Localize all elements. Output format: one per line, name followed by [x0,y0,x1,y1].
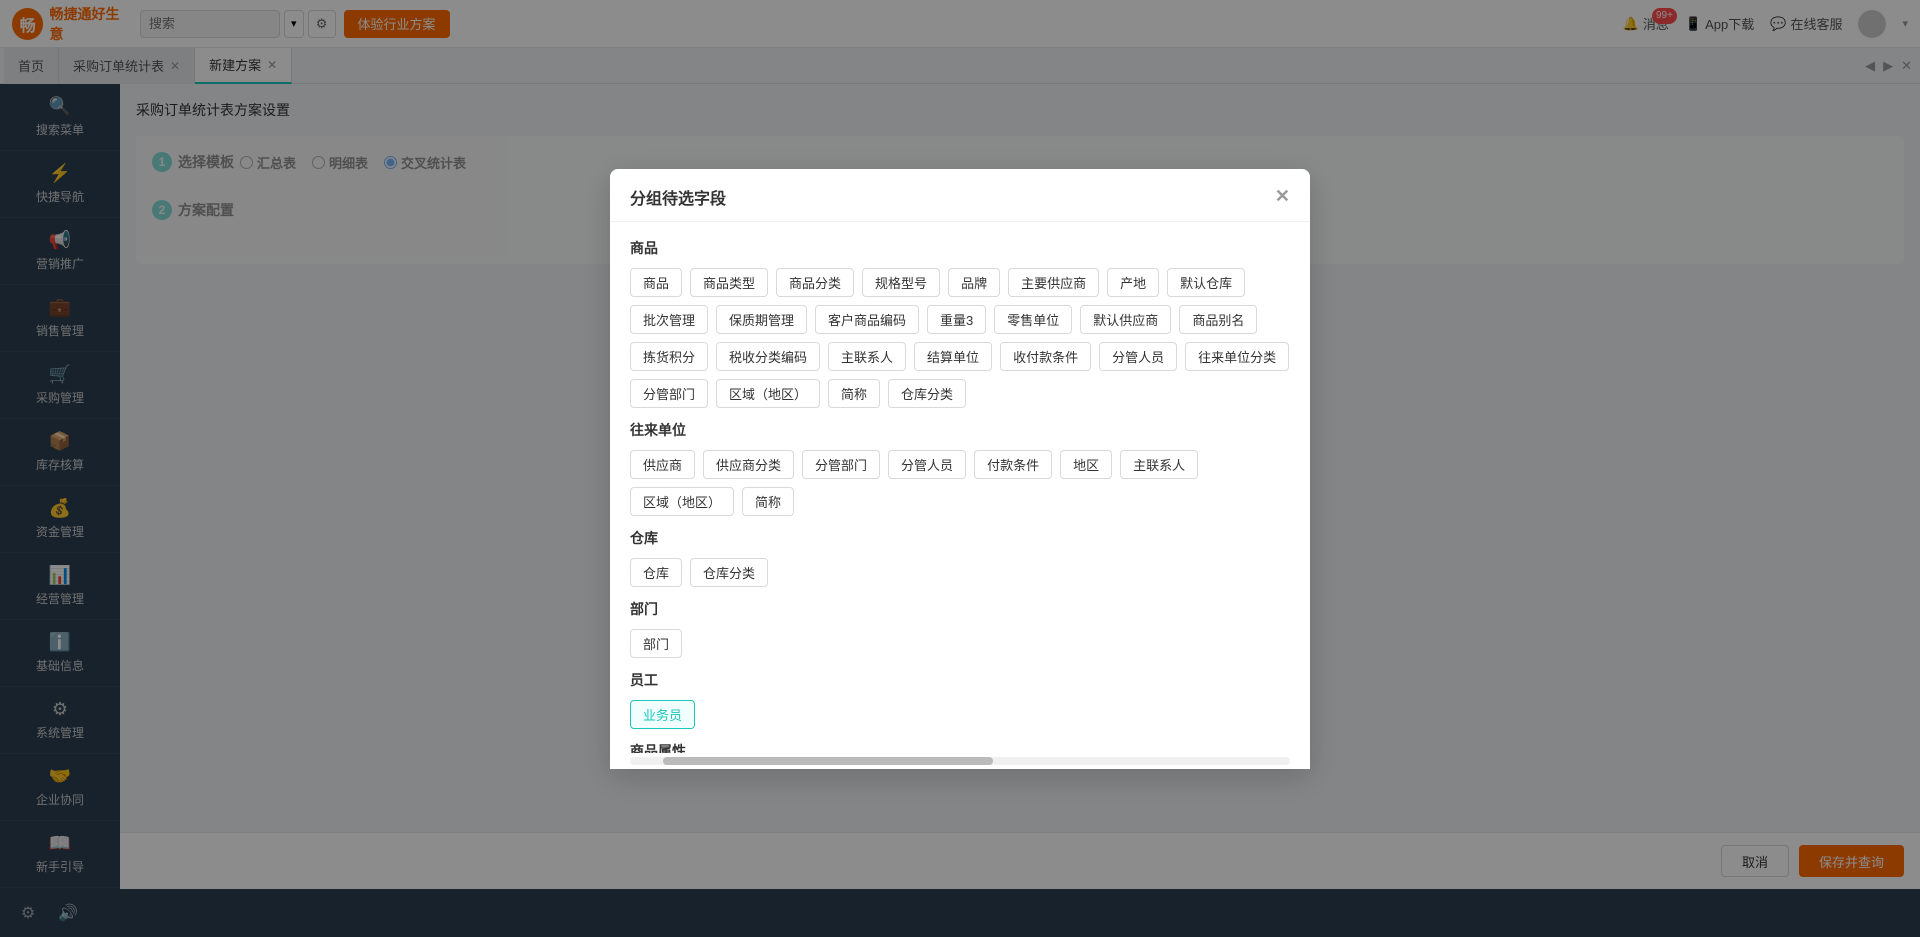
field-tag-batch-mgmt[interactable]: 批次管理 [630,305,708,334]
field-tag-warehouse-category[interactable]: 仓库分类 [888,379,966,408]
field-tag-weight3[interactable]: 重量3 [927,305,986,334]
field-tag-partner-short-name[interactable]: 简称 [742,487,794,516]
modal-overlay[interactable]: 分组待选字段 ✕ 商品 商品 商品类型 商品分类 规格型号 品牌 主要供应商 产… [0,0,1920,937]
staff-tag-grid: 业务员 [630,700,1290,729]
modal-close-button[interactable]: ✕ [1275,186,1290,207]
field-tag-goods-category[interactable]: 商品分类 [776,268,854,297]
field-select-modal: 分组待选字段 ✕ 商品 商品 商品类型 商品分类 规格型号 品牌 主要供应商 产… [610,169,1310,769]
field-tag-supplier[interactable]: 供应商 [630,450,695,479]
warehouse-tag-grid: 仓库 仓库分类 [630,558,1290,587]
field-tag-supplier-category[interactable]: 供应商分类 [703,450,794,479]
field-tag-goods-type[interactable]: 商品类型 [690,268,768,297]
field-tag-partner-area[interactable]: 地区 [1060,450,1112,479]
field-tag-short-name[interactable]: 简称 [828,379,880,408]
modal-header: 分组待选字段 ✕ [610,169,1310,222]
field-tag-main-supplier[interactable]: 主要供应商 [1008,268,1099,297]
field-tag-goods-alias[interactable]: 商品别名 [1179,305,1257,334]
section-title-goods-attr: 商品属性 [630,741,1290,753]
field-tag-customer-goods-code[interactable]: 客户商品编码 [815,305,919,334]
partner-tag-grid: 供应商 供应商分类 分管部门 分管人员 付款条件 地区 主联系人 区域（地区） … [630,450,1290,516]
field-tag-warehouse-cat[interactable]: 仓库分类 [690,558,768,587]
field-tag-payment-terms[interactable]: 收付款条件 [1000,342,1091,371]
field-tag-retail-unit[interactable]: 零售单位 [994,305,1072,334]
field-tag-salesperson[interactable]: 业务员 [630,700,695,729]
field-tag-warehouse[interactable]: 仓库 [630,558,682,587]
field-tag-main-contact[interactable]: 主联系人 [828,342,906,371]
field-tag-partner-region[interactable]: 区域（地区） [630,487,734,516]
modal-title: 分组待选字段 [630,185,726,209]
section-title-warehouse: 仓库 [630,528,1290,548]
field-tag-partner-category[interactable]: 往来单位分类 [1185,342,1289,371]
field-tag-origin[interactable]: 产地 [1107,268,1159,297]
goods-tag-grid: 商品 商品类型 商品分类 规格型号 品牌 主要供应商 产地 默认仓库 批次管理 … [630,268,1290,408]
modal-body: 商品 商品 商品类型 商品分类 规格型号 品牌 主要供应商 产地 默认仓库 批次… [610,222,1310,753]
field-tag-partner-contact[interactable]: 主联系人 [1120,450,1198,479]
field-tag-brand[interactable]: 品牌 [948,268,1000,297]
field-tag-region[interactable]: 区域（地区） [716,379,820,408]
field-tag-partner-dept[interactable]: 分管部门 [802,450,880,479]
department-tag-grid: 部门 [630,629,1290,658]
field-tag-supervisor[interactable]: 分管人员 [1099,342,1177,371]
section-title-department: 部门 [630,599,1290,619]
field-tag-spec-model[interactable]: 规格型号 [862,268,940,297]
field-tag-partner-supervisor[interactable]: 分管人员 [888,450,966,479]
field-tag-settle-unit[interactable]: 结算单位 [914,342,992,371]
field-tag-partner-payment-terms[interactable]: 付款条件 [974,450,1052,479]
field-tag-goods[interactable]: 商品 [630,268,682,297]
field-tag-tax-code[interactable]: 税收分类编码 [716,342,820,371]
section-title-partner: 往来单位 [630,420,1290,440]
section-title-goods: 商品 [630,238,1290,258]
field-tag-pick-points[interactable]: 拣货积分 [630,342,708,371]
field-tag-default-supplier[interactable]: 默认供应商 [1080,305,1171,334]
field-tag-dept[interactable]: 分管部门 [630,379,708,408]
field-tag-default-warehouse[interactable]: 默认仓库 [1167,268,1245,297]
field-tag-quality-mgmt[interactable]: 保质期管理 [716,305,807,334]
section-title-staff: 员工 [630,670,1290,690]
field-tag-department[interactable]: 部门 [630,629,682,658]
